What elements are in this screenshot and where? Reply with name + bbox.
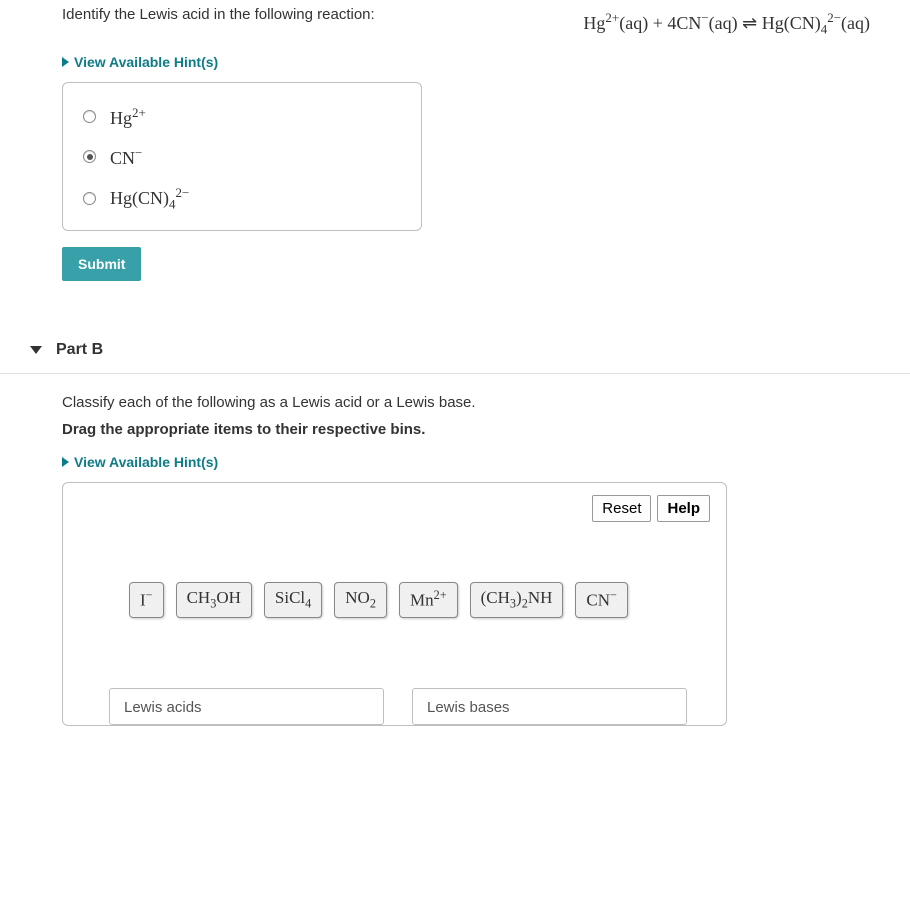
caret-right-icon <box>62 57 69 67</box>
radio-icon[interactable] <box>83 150 96 163</box>
drag-instruction: Drag the appropriate items to their resp… <box>62 421 890 438</box>
drag-drop-canvas: Reset Help I− CH3OH SiCl4 NO2 Mn2+ (CH3)… <box>62 482 727 725</box>
part-title: Part B <box>56 341 103 359</box>
radio-icon[interactable] <box>83 110 96 123</box>
drop-bins: Lewis acids Lewis bases <box>79 688 710 725</box>
drag-item-ch3oh[interactable]: CH3OH <box>176 582 252 617</box>
submit-button[interactable]: Submit <box>62 247 141 281</box>
option-cn-minus[interactable]: CN− <box>79 137 405 177</box>
caret-right-icon <box>62 457 69 467</box>
option-label: CN− <box>110 145 142 169</box>
option-label: Hg(CN)42− <box>110 185 189 213</box>
part-b-header[interactable]: Part B <box>0 331 910 374</box>
hints-label: View Available Hint(s) <box>74 454 218 470</box>
drag-item-no2[interactable]: NO2 <box>334 582 387 617</box>
part-b: Classify each of the following as a Lewi… <box>0 394 910 725</box>
drag-item-cn-minus[interactable]: CN− <box>575 582 628 617</box>
answer-options: Hg2+ CN− Hg(CN)42− <box>62 82 422 232</box>
drag-item-ch32nh[interactable]: (CH3)2NH <box>470 582 564 617</box>
bin-lewis-acids[interactable]: Lewis acids <box>109 688 384 725</box>
reaction-equation: Hg2+(aq) + 4CN−(aq) ⇌ Hg(CN)42−(aq) <box>583 6 890 38</box>
option-hgcn4[interactable]: Hg(CN)42− <box>79 177 405 221</box>
view-hints-link[interactable]: View Available Hint(s) <box>62 54 890 70</box>
radio-icon[interactable] <box>83 192 96 205</box>
drag-item-mn2plus[interactable]: Mn2+ <box>399 582 458 617</box>
drag-items-pool: I− CH3OH SiCl4 NO2 Mn2+ (CH3)2NH CN− <box>79 582 710 617</box>
caret-down-icon <box>30 346 42 354</box>
reset-button[interactable]: Reset <box>592 495 651 522</box>
hints-label: View Available Hint(s) <box>74 54 218 70</box>
option-label: Hg2+ <box>110 105 146 129</box>
option-hg2plus[interactable]: Hg2+ <box>79 97 405 137</box>
bin-lewis-bases[interactable]: Lewis bases <box>412 688 687 725</box>
view-hints-link[interactable]: View Available Hint(s) <box>62 454 890 470</box>
drag-item-sicl4[interactable]: SiCl4 <box>264 582 322 617</box>
question-text: Classify each of the following as a Lewi… <box>62 394 890 411</box>
part-a: Identify the Lewis acid in the following… <box>0 0 910 281</box>
question-text: Identify the Lewis acid in the following… <box>62 6 375 24</box>
canvas-toolbar: Reset Help <box>79 495 710 522</box>
drag-item-i-minus[interactable]: I− <box>129 582 164 617</box>
help-button[interactable]: Help <box>657 495 710 522</box>
